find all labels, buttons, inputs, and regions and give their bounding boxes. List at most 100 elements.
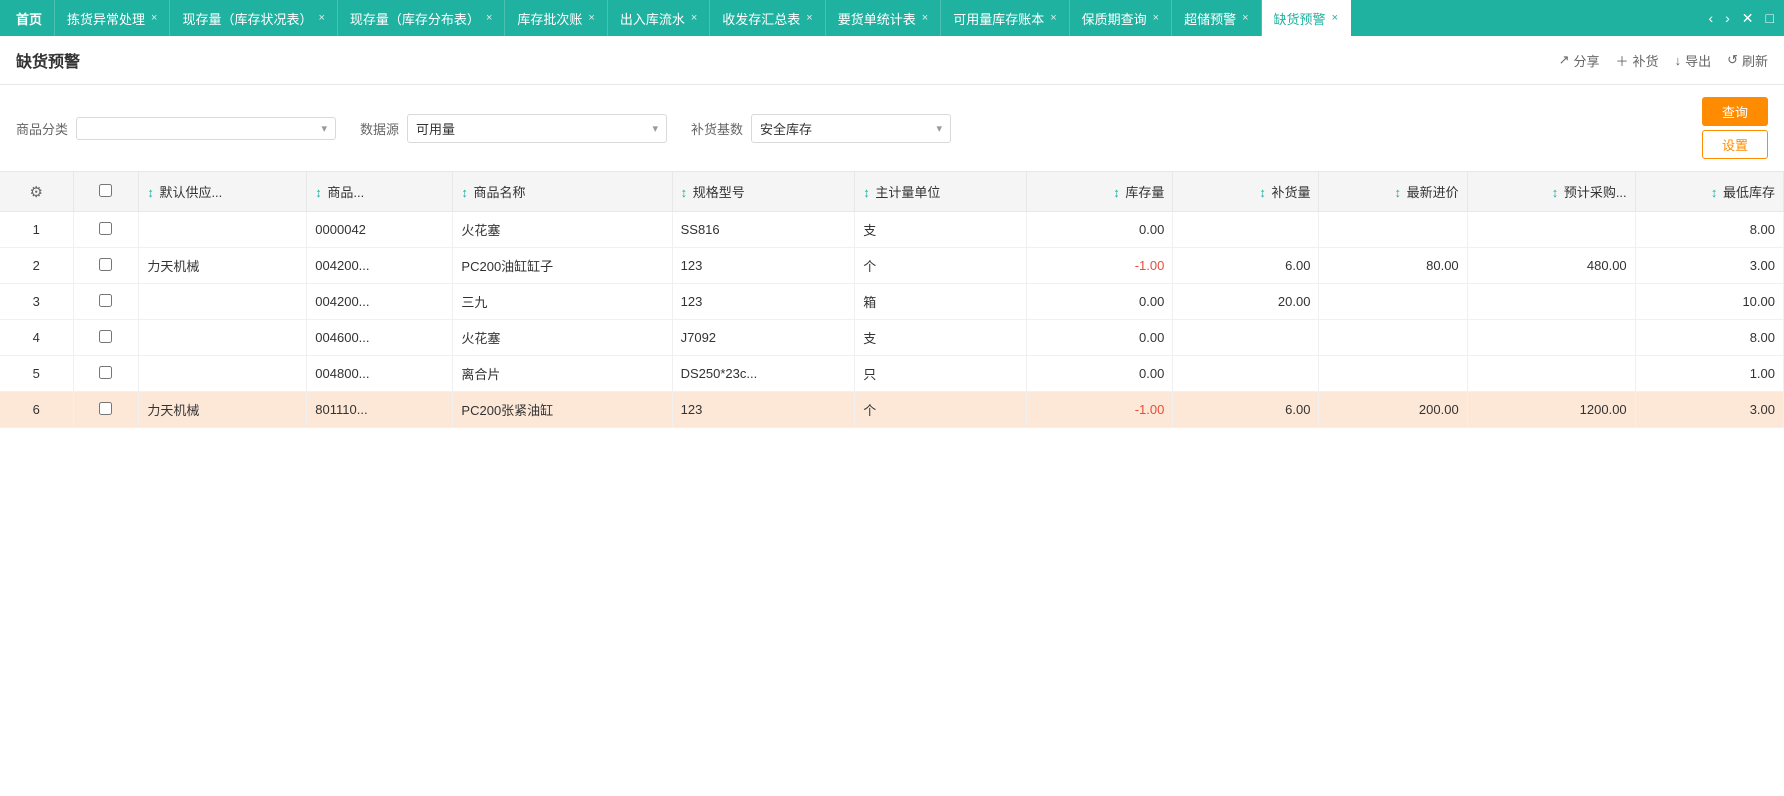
tab-close-batch[interactable]: × — [588, 12, 594, 24]
tab-home[interactable]: 首页 — [4, 0, 55, 36]
main-content: 缺货预警 ↗ 分享 ＋ 补货 ↓ 导出 ↺ 刷新 商品分类 — [0, 36, 1784, 796]
cell-supplier-0 — [139, 212, 307, 248]
row-checkbox-4[interactable] — [99, 366, 112, 379]
tab-close-exception[interactable]: × — [151, 12, 157, 24]
category-dropdown-icon: ▾ — [321, 122, 327, 135]
datasource-select[interactable]: 可用量 ▾ — [407, 114, 667, 143]
tab-avail[interactable]: 可用量库存账本 × — [941, 0, 1069, 36]
select-all-checkbox[interactable] — [99, 184, 112, 197]
tab-demand[interactable]: 要货单统计表 × — [826, 0, 941, 36]
th-spec: ↕ 规格型号 — [672, 172, 855, 212]
share-icon: ↗ — [1559, 52, 1570, 68]
cell-num-1: 2 — [0, 248, 73, 284]
datasource-dropdown-icon: ▾ — [653, 122, 659, 135]
refresh-label: 刷新 — [1742, 51, 1768, 70]
replenish-button[interactable]: ＋ 补货 — [1616, 51, 1659, 70]
table-row: 10000042火花塞SS816支0.008.00 — [0, 212, 1784, 248]
cell-cb-5 — [73, 392, 139, 428]
export-icon: ↓ — [1675, 53, 1682, 68]
tab-close-expire[interactable]: × — [1153, 12, 1159, 24]
table-row: 5004800...离合片DS250*23c...只0.001.00 — [0, 356, 1784, 392]
th-unit-label: 主计量单位 — [875, 185, 940, 200]
tab-close-inout[interactable]: × — [691, 12, 697, 24]
tab-close-shortage[interactable]: × — [1332, 12, 1338, 24]
row-checkbox-1[interactable] — [99, 258, 112, 271]
export-button[interactable]: ↓ 导出 — [1675, 51, 1712, 70]
tab-stock-dist[interactable]: 现存量（库存分布表） × — [338, 0, 505, 36]
close-window-button[interactable]: ✕ — [1736, 10, 1760, 27]
tab-inout[interactable]: 出入库流水× — [608, 0, 710, 36]
cell-num-4: 5 — [0, 356, 73, 392]
cell-code-3: 004600... — [307, 320, 453, 356]
th-name-label: 商品名称 — [474, 185, 526, 200]
th-spec-sort-icon: ↕ — [681, 185, 688, 200]
table-row: 3004200...三九123箱0.0020.0010.00 — [0, 284, 1784, 320]
base-select[interactable]: 安全库存 ▾ — [751, 114, 951, 143]
th-gear: ⚙ — [0, 172, 73, 212]
replenish-icon: ＋ — [1616, 51, 1629, 70]
tab-stock-status[interactable]: 现存量（库存状况表） × — [170, 0, 337, 36]
cell-stock-5: -1.00 — [1027, 392, 1173, 428]
category-select[interactable]: ▾ — [76, 117, 336, 140]
th-purchase-sort-icon: ↕ — [1552, 185, 1559, 200]
tab-overstock[interactable]: 超储预警× — [1172, 0, 1261, 36]
cell-code-1: 004200... — [307, 248, 453, 284]
cell-minstock-1: 3.00 — [1635, 248, 1783, 284]
tab-exception[interactable]: 拣货异常处理× — [55, 0, 170, 36]
filter-bar: 商品分类 ▾ 数据源 可用量 ▾ 补货基数 安全库存 ▾ 查询 设置 — [0, 85, 1784, 172]
cell-num-2: 3 — [0, 284, 73, 320]
page-header: 缺货预警 ↗ 分享 ＋ 补货 ↓ 导出 ↺ 刷新 — [0, 36, 1784, 85]
th-stock-label: 库存量 — [1125, 185, 1164, 200]
row-checkbox-2[interactable] — [99, 294, 112, 307]
cell-supplier-5: 力天机械 — [139, 392, 307, 428]
tab-label-avail: 可用量库存账本 — [953, 9, 1044, 28]
prev-tab-button[interactable]: ‹ — [1702, 10, 1719, 26]
base-filter-group: 补货基数 安全库存 ▾ — [691, 114, 951, 143]
tab-label-stock-status: 现存量（库存状况表） — [182, 9, 312, 28]
tab-close-avail[interactable]: × — [1050, 12, 1056, 24]
cell-replen-5: 6.00 — [1173, 392, 1319, 428]
cell-unit-5: 个 — [855, 392, 1027, 428]
datasource-filter-group: 数据源 可用量 ▾ — [360, 114, 667, 143]
tab-close-demand[interactable]: × — [922, 12, 928, 24]
maximize-button[interactable]: □ — [1760, 10, 1780, 26]
next-tab-button[interactable]: › — [1719, 10, 1736, 26]
cell-minstock-4: 1.00 — [1635, 356, 1783, 392]
th-code-sort-icon: ↕ — [315, 185, 322, 200]
gear-icon[interactable]: ⚙ — [30, 184, 43, 201]
query-button[interactable]: 查询 — [1702, 97, 1768, 126]
th-replen: ↕ 补货量 — [1173, 172, 1319, 212]
row-checkbox-0[interactable] — [99, 222, 112, 235]
cell-replen-2: 20.00 — [1173, 284, 1319, 320]
cell-unit-1: 个 — [855, 248, 1027, 284]
row-checkbox-3[interactable] — [99, 330, 112, 343]
tab-close-stock-status[interactable]: × — [318, 12, 324, 24]
tab-label-expire: 保质期查询 — [1082, 9, 1147, 28]
category-filter-group: 商品分类 ▾ — [16, 117, 336, 140]
tab-label-demand: 要货单统计表 — [838, 9, 916, 28]
row-checkbox-5[interactable] — [99, 402, 112, 415]
tab-recv[interactable]: 收发存汇总表× — [710, 0, 825, 36]
th-price-sort-icon: ↕ — [1395, 185, 1402, 200]
tab-shortage[interactable]: 缺货预警× — [1262, 0, 1351, 36]
th-price: ↕ 最新进价 — [1319, 172, 1467, 212]
cell-name-0: 火花塞 — [453, 212, 672, 248]
tab-close-recv[interactable]: × — [806, 12, 812, 24]
tab-batch[interactable]: 库存批次账× — [505, 0, 607, 36]
tab-expire[interactable]: 保质期查询 × — [1070, 0, 1172, 36]
settings-button[interactable]: 设置 — [1702, 130, 1768, 159]
refresh-button[interactable]: ↺ 刷新 — [1727, 51, 1768, 70]
tab-close-stock-dist[interactable]: × — [486, 12, 492, 24]
cell-price-4 — [1319, 356, 1467, 392]
tab-close-overstock[interactable]: × — [1242, 12, 1248, 24]
cell-purchase-5: 1200.00 — [1467, 392, 1635, 428]
th-minstock-sort-icon: ↕ — [1711, 185, 1718, 200]
cell-num-3: 4 — [0, 320, 73, 356]
th-supplier-label: 默认供应... — [159, 185, 222, 200]
th-replen-sort-icon: ↕ — [1259, 185, 1266, 200]
th-supplier: ↕ 默认供应... — [139, 172, 307, 212]
cell-code-5: 801110... — [307, 392, 453, 428]
th-spec-label: 规格型号 — [693, 185, 745, 200]
share-button[interactable]: ↗ 分享 — [1559, 51, 1600, 70]
tab-label-stock-dist: 现存量（库存分布表） — [350, 9, 480, 28]
